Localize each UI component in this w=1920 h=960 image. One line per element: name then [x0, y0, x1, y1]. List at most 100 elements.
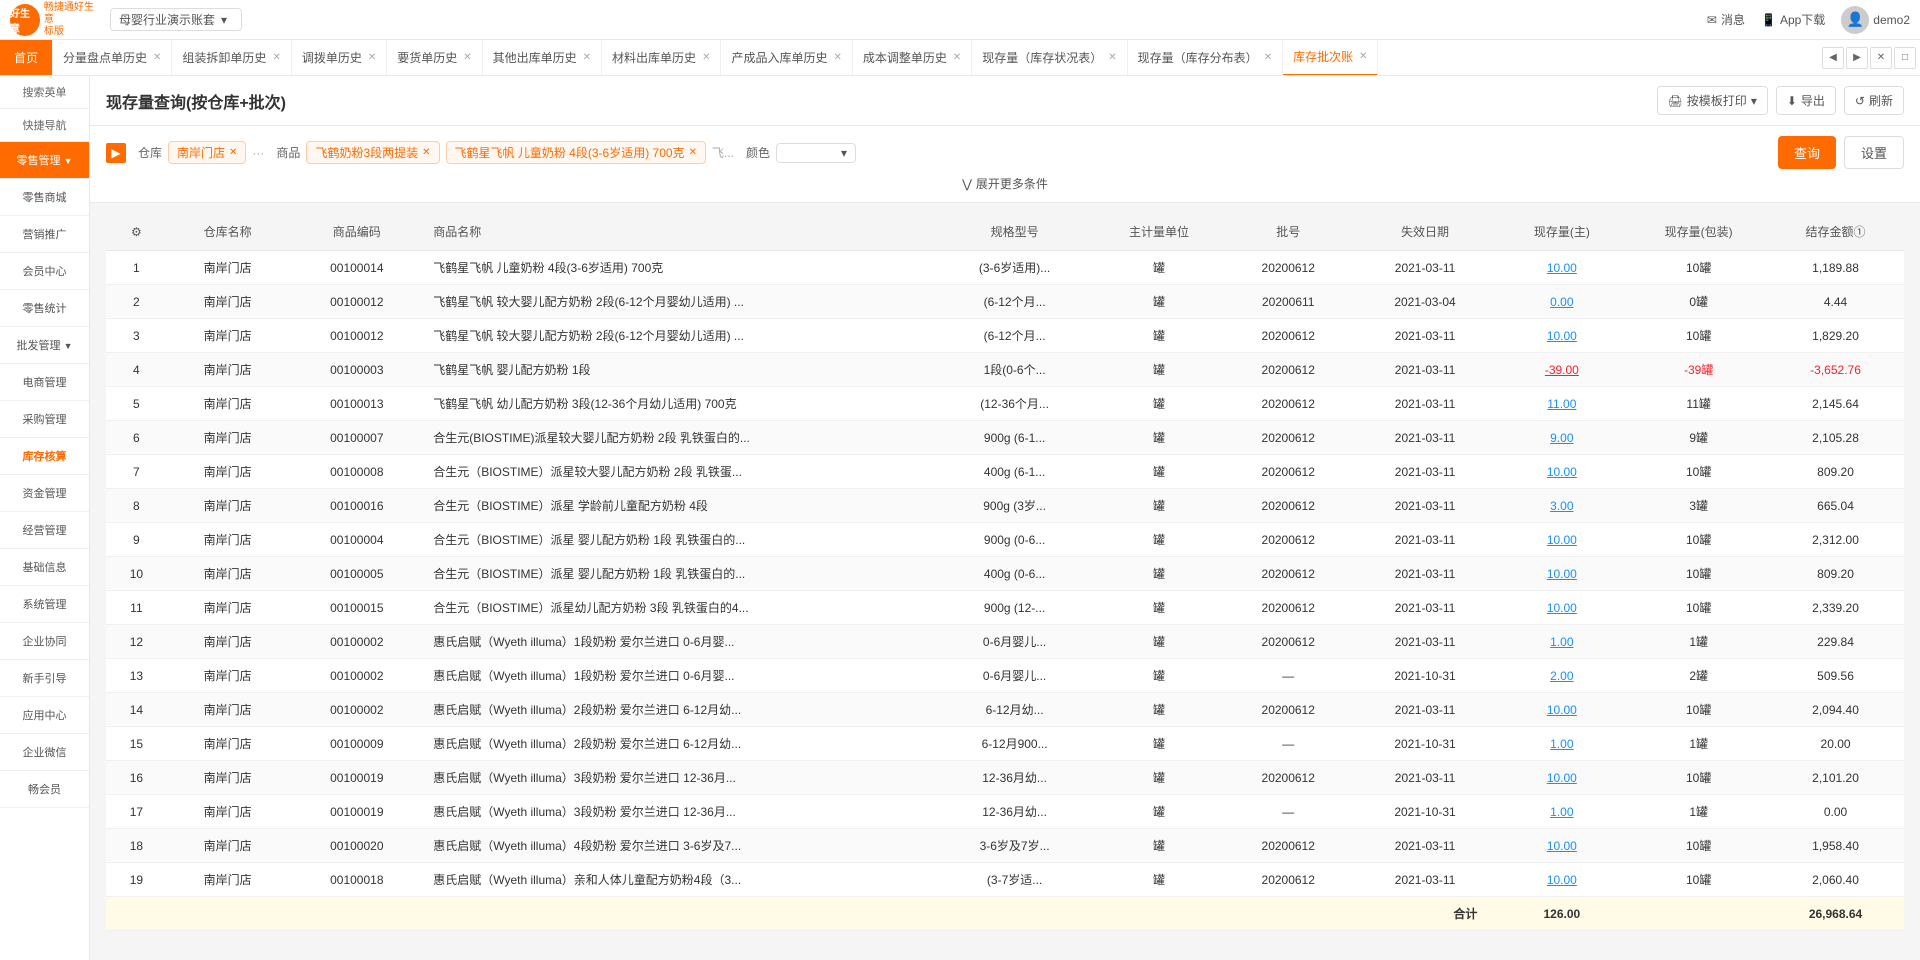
app-download-button[interactable]: 📱 App下载 — [1761, 11, 1825, 28]
col-settings[interactable]: ⚙ — [106, 213, 167, 251]
tab-9[interactable]: 现存量（库存状况表） ✕ — [972, 40, 1127, 76]
sidebar-item-operations[interactable]: 经营管理 — [0, 512, 89, 549]
tab-6[interactable]: 材料出库单历史 ✕ — [602, 40, 721, 76]
tab-home[interactable]: 首页 — [0, 40, 53, 76]
sidebar-item-finance[interactable]: 资金管理 — [0, 475, 89, 512]
row-stock-main[interactable]: 11.00 — [1493, 387, 1630, 421]
row-stock-main[interactable]: 1.00 — [1493, 625, 1630, 659]
tab-5[interactable]: 其他出库单历史 ✕ — [483, 40, 602, 76]
tab-8[interactable]: 成本调整单历史 ✕ — [853, 40, 972, 76]
goods-tag-close-0[interactable]: ✕ — [422, 147, 430, 158]
tab-close-2[interactable]: ✕ — [272, 52, 280, 63]
row-stock-main[interactable]: 9.00 — [1493, 421, 1630, 455]
sidebar: 搜索英单 快捷导航 零售管理 ▼ 零售商城 营销推广 会员中心 零售统计 批发管… — [0, 76, 90, 960]
filter-toggle-button[interactable]: ▶ — [106, 143, 126, 163]
row-stock-main[interactable]: 10.00 — [1493, 319, 1630, 353]
tab-next-arrow[interactable]: ▶ — [1846, 47, 1868, 69]
row-code: 00100002 — [288, 693, 425, 727]
tab-1[interactable]: 分量盘点单历史 ✕ — [53, 40, 172, 76]
row-code: 00100016 — [288, 489, 425, 523]
tab-3[interactable]: 调拨单历史 ✕ — [292, 40, 387, 76]
tab-prev-arrow[interactable]: ◀ — [1822, 47, 1844, 69]
tab-2[interactable]: 组装拆卸单历史 ✕ — [172, 40, 291, 76]
sidebar-item-app-center[interactable]: 应用中心 — [0, 697, 89, 734]
tab-close-10[interactable]: ✕ — [1264, 52, 1272, 63]
sidebar-search[interactable]: 搜索英单 — [0, 76, 89, 109]
sidebar-item-wholesale[interactable]: 批发管理 ▼ — [0, 327, 89, 364]
sidebar-item-retail-shop[interactable]: 零售商城 — [0, 179, 89, 216]
tab-close-8[interactable]: ✕ — [953, 52, 961, 63]
sidebar-item-wechat[interactable]: 企业微信 — [0, 734, 89, 771]
row-name: 惠氏启赋（Wyeth illuma）3段奶粉 爱尔兰进口 12-36月... — [425, 761, 931, 795]
sidebar-item-enterprise[interactable]: 企业协同 — [0, 623, 89, 660]
sidebar-quick-nav[interactable]: 快捷导航 — [0, 109, 89, 142]
goods-more[interactable]: 飞... — [712, 144, 734, 161]
tab-close-7[interactable]: ✕ — [833, 52, 841, 63]
search-button[interactable]: 查询 — [1778, 136, 1836, 169]
color-dropdown[interactable]: ▾ — [776, 143, 856, 163]
row-stock-main[interactable]: 10.00 — [1493, 455, 1630, 489]
row-stock-pkg: 9罐 — [1630, 421, 1767, 455]
warehouse-more[interactable]: ··· — [252, 146, 264, 160]
row-stock-main[interactable]: 1.00 — [1493, 727, 1630, 761]
sidebar-item-changhui[interactable]: 畅会员 — [0, 771, 89, 808]
sidebar-item-marketing[interactable]: 营销推广 — [0, 216, 89, 253]
table-header-row: ⚙ 仓库名称 商品编码 商品名称 规格型号 主计量单位 批号 失效日期 现存量(… — [106, 213, 1904, 251]
sidebar-item-purchase[interactable]: 采购管理 — [0, 401, 89, 438]
filter-row: ▶ 仓库 南岸门店 ✕ ··· 商品 — [106, 136, 1904, 169]
row-stock-main[interactable]: 10.00 — [1493, 829, 1630, 863]
setting-button[interactable]: 设置 — [1844, 136, 1904, 169]
sidebar-item-retail-stats[interactable]: 零售统计 — [0, 290, 89, 327]
sidebar-item-retail-mgmt[interactable]: 零售管理 ▼ — [0, 142, 89, 179]
goods-tag-0[interactable]: 飞鹤奶粉3段两提装 ✕ — [306, 141, 439, 164]
account-selector[interactable]: 母婴行业演示账套 ▾ — [110, 8, 242, 31]
goods-tag-close-1[interactable]: ✕ — [689, 147, 697, 158]
warehouse-tag-close-0[interactable]: ✕ — [229, 147, 237, 158]
row-unit: 罐 — [1098, 727, 1220, 761]
row-stock-main[interactable]: -39.00 — [1493, 353, 1630, 387]
row-stock-main[interactable]: 10.00 — [1493, 863, 1630, 897]
row-stock-main[interactable]: 10.00 — [1493, 693, 1630, 727]
sidebar-item-guide[interactable]: 新手引导 — [0, 660, 89, 697]
tab-close-all[interactable]: ✕ — [1870, 47, 1892, 69]
row-seq: 9 — [106, 523, 167, 557]
user-profile[interactable]: 👤 demo2 — [1841, 6, 1910, 34]
row-stock-main[interactable]: 2.00 — [1493, 659, 1630, 693]
tab-close-4[interactable]: ✕ — [463, 52, 471, 63]
tab-7[interactable]: 产成品入库单历史 ✕ — [721, 40, 852, 76]
row-batch: — — [1220, 659, 1357, 693]
tab-close-11[interactable]: ✕ — [1359, 51, 1367, 62]
sidebar-item-member[interactable]: 会员中心 — [0, 253, 89, 290]
sidebar-item-basic-info[interactable]: 基础信息 — [0, 549, 89, 586]
row-stock-main[interactable]: 1.00 — [1493, 795, 1630, 829]
row-stock-main[interactable]: 0.00 — [1493, 285, 1630, 319]
row-stock-main[interactable]: 10.00 — [1493, 251, 1630, 285]
tab-close-9[interactable]: ✕ — [1108, 52, 1116, 63]
tab-11[interactable]: 库存批次账 ✕ — [1283, 40, 1378, 76]
tab-10[interactable]: 现存量（库存分布表） ✕ — [1128, 40, 1283, 76]
message-button[interactable]: ✉ 消息 — [1707, 11, 1745, 28]
export-button[interactable]: ⬇ 导出 — [1776, 86, 1836, 115]
template-print-button[interactable]: 🖨 按模板打印 ▾ — [1657, 86, 1768, 115]
expand-conditions[interactable]: ⋁ 展开更多条件 — [106, 175, 1904, 192]
tab-close-6[interactable]: ✕ — [702, 52, 710, 63]
sidebar-item-system[interactable]: 系统管理 — [0, 586, 89, 623]
row-stock-main[interactable]: 3.00 — [1493, 489, 1630, 523]
row-stock-main[interactable]: 10.00 — [1493, 523, 1630, 557]
refresh-button[interactable]: ↺ 刷新 — [1844, 86, 1904, 115]
sidebar-item-inventory[interactable]: 库存核算 — [0, 438, 89, 475]
filter-bar: ▶ 仓库 南岸门店 ✕ ··· 商品 — [90, 126, 1920, 203]
goods-tag-1[interactable]: 飞鹤星飞帆 儿童奶粉 4段(3-6岁适用) 700克 ✕ — [446, 141, 706, 164]
warehouse-tag-0[interactable]: 南岸门店 ✕ — [168, 141, 246, 164]
row-stock-main[interactable]: 10.00 — [1493, 761, 1630, 795]
row-seq: 15 — [106, 727, 167, 761]
row-stock-main[interactable]: 10.00 — [1493, 557, 1630, 591]
tab-maximize[interactable]: □ — [1894, 47, 1916, 69]
tab-close-3[interactable]: ✕ — [368, 52, 376, 63]
row-stock-main[interactable]: 10.00 — [1493, 591, 1630, 625]
tab-4[interactable]: 要货单历史 ✕ — [387, 40, 482, 76]
row-balance: 809.20 — [1767, 557, 1904, 591]
tab-close-1[interactable]: ✕ — [153, 52, 161, 63]
sidebar-item-ecommerce[interactable]: 电商管理 — [0, 364, 89, 401]
tab-close-5[interactable]: ✕ — [583, 52, 591, 63]
